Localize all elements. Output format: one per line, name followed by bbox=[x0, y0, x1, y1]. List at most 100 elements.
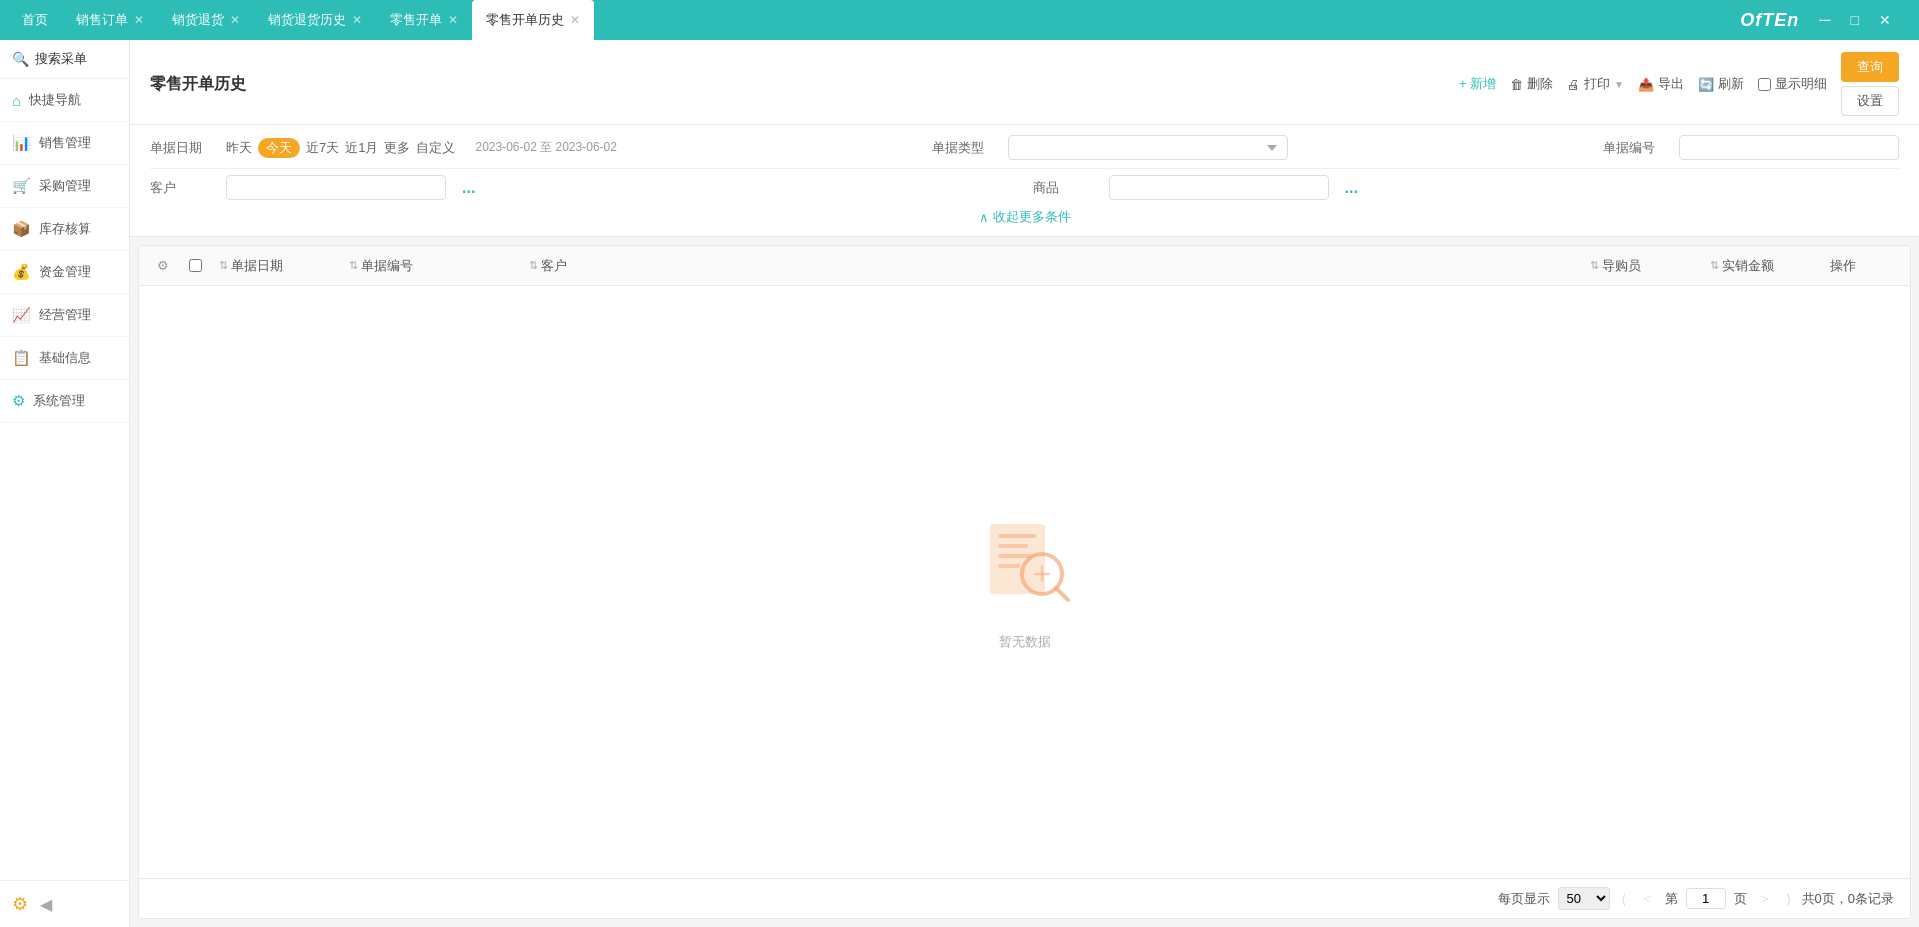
tab-retail-open-label: 零售开单 bbox=[390, 11, 442, 29]
column-settings-icon[interactable]: ⚙ bbox=[147, 258, 179, 273]
svg-rect-2 bbox=[998, 544, 1028, 548]
pg-prev[interactable]: ＜ bbox=[1637, 890, 1657, 908]
svg-rect-4 bbox=[998, 564, 1020, 568]
sidebar-search[interactable]: 🔍 搜索采单 bbox=[0, 40, 129, 79]
sidebar-bottom: ⚙ ◀ bbox=[0, 880, 129, 927]
pg-last[interactable]: ⟩ bbox=[1783, 891, 1794, 907]
settings-icon[interactable]: ⚙ bbox=[12, 893, 28, 915]
tab-sales-return[interactable]: 销货退货 ✕ bbox=[158, 0, 254, 40]
date-range: 2023-06-02 至 2023-06-02 bbox=[475, 139, 616, 156]
goods-ellipsis[interactable]: ... bbox=[1345, 179, 1358, 197]
tab-retail-open[interactable]: 零售开单 ✕ bbox=[376, 0, 472, 40]
collapse-sidebar-icon[interactable]: ◀ bbox=[40, 895, 52, 914]
window-close[interactable]: ✕ bbox=[1879, 12, 1891, 28]
sidebar-item-base-info[interactable]: 📋 基础信息 bbox=[0, 337, 129, 380]
tab-sales-return-label: 销货退货 bbox=[172, 11, 224, 29]
sidebar: 🔍 搜索采单 ⌂ 快捷导航 📊 销售管理 🛒 采购管理 📦 库存核算 💰 资金管… bbox=[0, 40, 130, 927]
order-type-label: 单据类型 bbox=[932, 139, 992, 157]
pagination: 每页显示 50 10 20 100 ⟨ ＜ 第 页 ＞ ⟩ 共0页，0条记录 bbox=[139, 878, 1910, 918]
shortcut-more[interactable]: 更多 bbox=[384, 139, 410, 157]
sidebar-item-purchase-mgmt[interactable]: 🛒 采购管理 bbox=[0, 165, 129, 208]
shortcut-today[interactable]: 今天 bbox=[258, 138, 300, 158]
sidebar-item-sys-mgmt[interactable]: ⚙ 系统管理 bbox=[0, 380, 129, 423]
pg-first[interactable]: ⟨ bbox=[1618, 891, 1629, 907]
customer-label: 客户 bbox=[150, 179, 210, 197]
sort-icon-guide[interactable]: ⇅ bbox=[1590, 259, 1599, 272]
tab-sales-order[interactable]: 销售订单 ✕ bbox=[62, 0, 158, 40]
table-container: ⚙ ⇅ 单据日期 ⇅ 单据编号 ⇅ 客户 ⇅ 导购员 bbox=[138, 245, 1911, 919]
collapse-label: 收起更多条件 bbox=[993, 208, 1071, 226]
search-icon: 🔍 bbox=[12, 51, 29, 67]
customer-ellipsis[interactable]: ... bbox=[462, 179, 475, 197]
goods-input[interactable] bbox=[1109, 175, 1329, 200]
tab-sales-return-history-label: 销货退货历史 bbox=[268, 11, 346, 29]
th-actions: 操作 bbox=[1822, 257, 1902, 275]
brand-text: OfTEn bbox=[1740, 10, 1799, 31]
top-tabbar: 首页 销售订单 ✕ 销货退货 ✕ 销货退货历史 ✕ 零售开单 ✕ 零售开单历史 … bbox=[0, 0, 1919, 40]
order-type-select[interactable] bbox=[1008, 135, 1288, 160]
order-no-input[interactable] bbox=[1679, 135, 1899, 160]
show-detail-checkbox[interactable]: 显示明细 bbox=[1758, 75, 1827, 93]
tab-sales-return-history-close[interactable]: ✕ bbox=[352, 13, 362, 27]
page-suffix: 页 bbox=[1734, 890, 1747, 908]
print-button[interactable]: 🖨 打印 ▼ bbox=[1567, 75, 1624, 93]
page-input[interactable] bbox=[1686, 888, 1726, 909]
shortcut-1month[interactable]: 近1月 bbox=[345, 139, 378, 157]
add-button[interactable]: + 新增 bbox=[1459, 75, 1496, 93]
window-minimize[interactable]: ─ bbox=[1819, 11, 1830, 29]
refresh-button[interactable]: 🔄 刷新 bbox=[1698, 75, 1744, 93]
window-maximize[interactable]: □ bbox=[1851, 12, 1859, 28]
box-icon: 📦 bbox=[12, 220, 31, 238]
sort-icon-order-no[interactable]: ⇅ bbox=[349, 259, 358, 272]
sidebar-item-base-info-label: 基础信息 bbox=[39, 349, 91, 367]
filter-area: 单据日期 昨天 今天 近7天 近1月 更多 自定义 2023-06-02 至 2… bbox=[130, 125, 1919, 237]
tab-sales-return-history[interactable]: 销货退货历史 ✕ bbox=[254, 0, 376, 40]
sidebar-item-sales-mgmt[interactable]: 📊 销售管理 bbox=[0, 122, 129, 165]
sidebar-item-operations[interactable]: 📈 经营管理 bbox=[0, 294, 129, 337]
tab-sales-return-close[interactable]: ✕ bbox=[230, 13, 240, 27]
shortcut-custom[interactable]: 自定义 bbox=[416, 139, 455, 157]
date-filter-label: 单据日期 bbox=[150, 139, 210, 157]
refresh-icon: 🔄 bbox=[1698, 77, 1714, 92]
sort-icon-amount[interactable]: ⇅ bbox=[1710, 259, 1719, 272]
customer-input[interactable] bbox=[226, 175, 446, 200]
sidebar-item-inventory[interactable]: 📦 库存核算 bbox=[0, 208, 129, 251]
page-title: 零售开单历史 bbox=[150, 74, 246, 95]
tab-retail-history-close[interactable]: ✕ bbox=[570, 13, 580, 27]
query-button[interactable]: 查询 bbox=[1841, 52, 1899, 82]
sort-icon-date[interactable]: ⇅ bbox=[219, 259, 228, 272]
gear-icon: ⚙ bbox=[12, 392, 25, 410]
tab-home[interactable]: 首页 bbox=[8, 0, 62, 40]
tab-retail-open-close[interactable]: ✕ bbox=[448, 13, 458, 27]
sidebar-item-finance-label: 资金管理 bbox=[39, 263, 91, 281]
th-amount: ⇅ 实销金额 bbox=[1702, 257, 1822, 275]
delete-button[interactable]: 🗑 删除 bbox=[1510, 75, 1553, 93]
sidebar-item-inventory-label: 库存核算 bbox=[39, 220, 91, 238]
tab-home-label: 首页 bbox=[22, 11, 48, 29]
toolbar: + 新增 🗑 删除 🖨 打印 ▼ 📤 导出 🔄 刷新 bbox=[1459, 52, 1899, 116]
export-button[interactable]: 📤 导出 bbox=[1638, 75, 1684, 93]
select-all-checkbox[interactable] bbox=[179, 259, 211, 272]
sidebar-item-finance[interactable]: 💰 资金管理 bbox=[0, 251, 129, 294]
trend-icon: 📈 bbox=[12, 306, 31, 324]
goods-label: 商品 bbox=[1033, 179, 1093, 197]
pg-next[interactable]: ＞ bbox=[1755, 890, 1775, 908]
empty-illustration bbox=[970, 514, 1080, 617]
sidebar-item-quick-nav[interactable]: ⌂ 快捷导航 bbox=[0, 79, 129, 122]
sort-icon-customer[interactable]: ⇅ bbox=[529, 259, 538, 272]
tab-sales-order-close[interactable]: ✕ bbox=[134, 13, 144, 27]
tab-retail-history[interactable]: 零售开单历史 ✕ bbox=[472, 0, 594, 40]
shortcut-yesterday[interactable]: 昨天 bbox=[226, 139, 252, 157]
shortcut-7days[interactable]: 近7天 bbox=[306, 139, 339, 157]
date-shortcuts: 昨天 今天 近7天 近1月 更多 自定义 bbox=[226, 138, 455, 158]
settings-button[interactable]: 设置 bbox=[1841, 86, 1899, 116]
show-detail-input[interactable] bbox=[1758, 78, 1771, 91]
per-page-select[interactable]: 50 10 20 100 bbox=[1558, 887, 1610, 910]
print-dropdown-icon[interactable]: ▼ bbox=[1614, 79, 1624, 90]
table-header: ⚙ ⇅ 单据日期 ⇅ 单据编号 ⇅ 客户 ⇅ 导购员 bbox=[139, 246, 1910, 286]
page-header: 零售开单历史 + 新增 🗑 删除 🖨 打印 ▼ 📤 导出 bbox=[130, 40, 1919, 125]
collapse-filter-button[interactable]: ∧ 收起更多条件 bbox=[150, 208, 1899, 226]
sidebar-item-quick-nav-label: 快捷导航 bbox=[29, 91, 81, 109]
select-all-input[interactable] bbox=[189, 259, 202, 272]
th-guide: ⇅ 导购员 bbox=[1582, 257, 1702, 275]
